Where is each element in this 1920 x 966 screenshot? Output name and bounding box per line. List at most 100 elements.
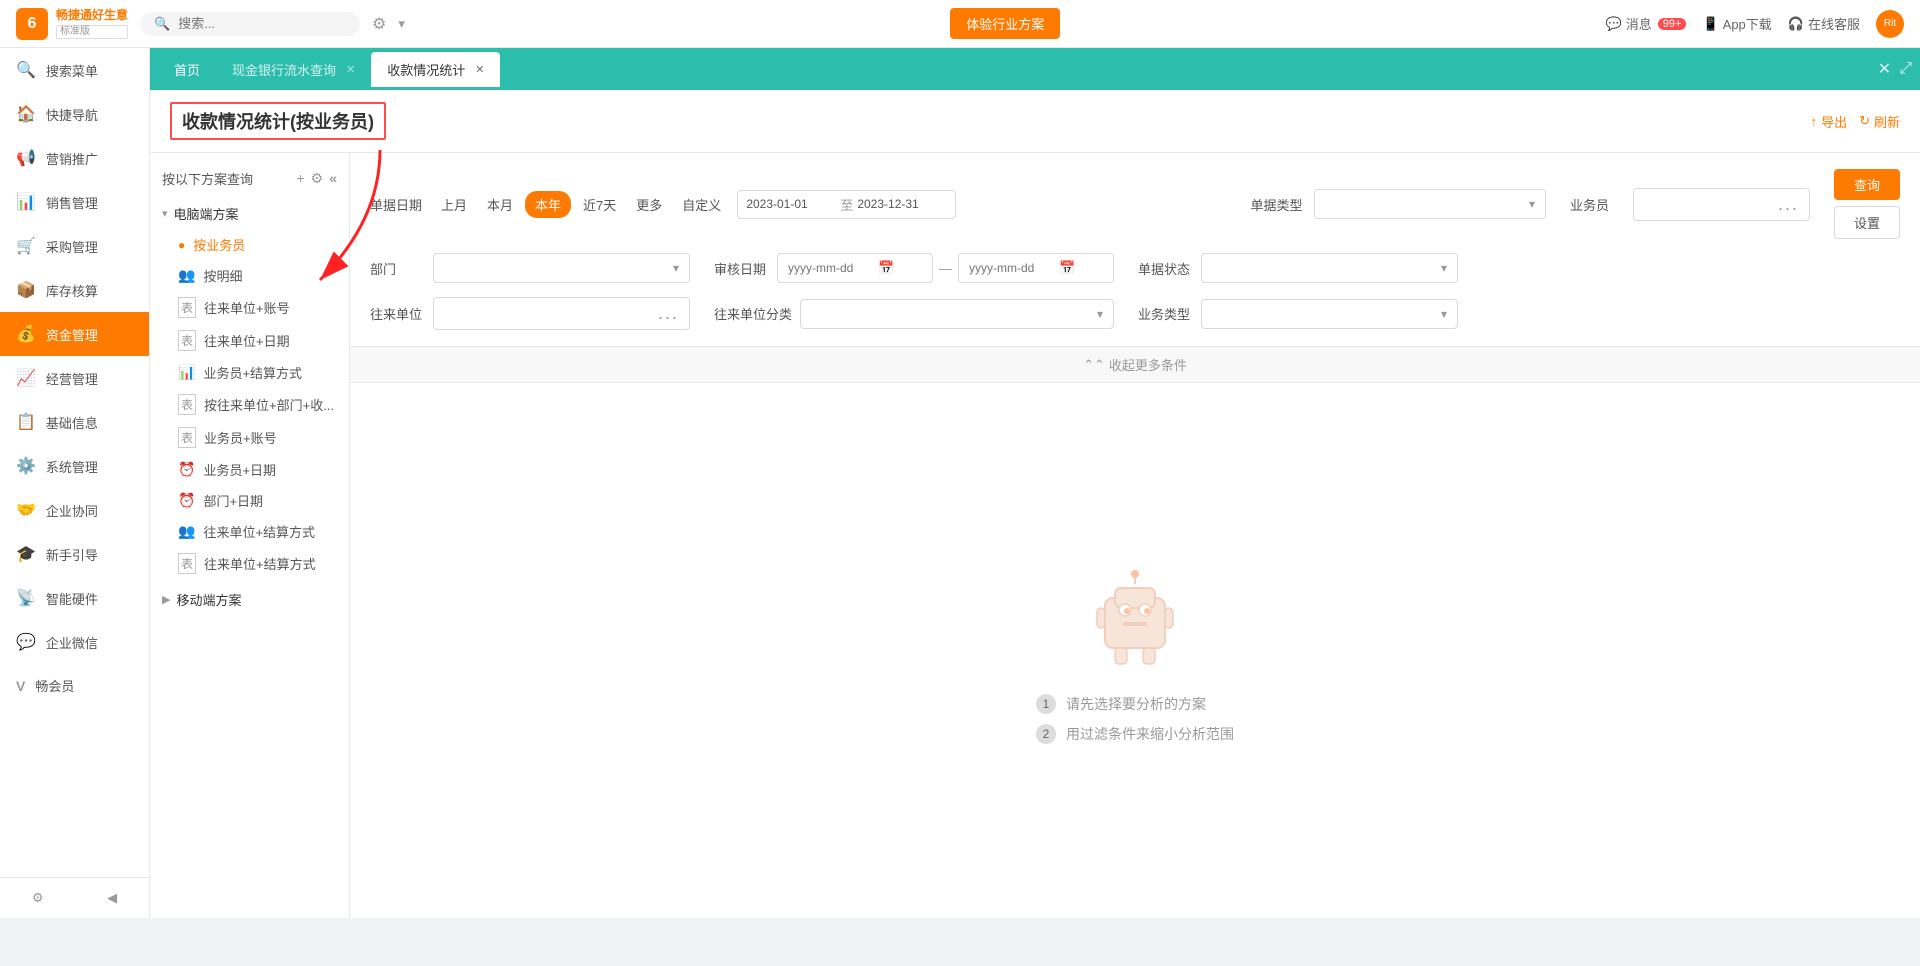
sidebar-item-inventory[interactable]: 📦 库存核算 xyxy=(0,268,149,312)
dept-control[interactable]: ▾ xyxy=(433,253,690,283)
sidebar-item-finance[interactable]: 💰 资金管理 xyxy=(0,312,149,356)
date-btn-this-month[interactable]: 本月 xyxy=(479,191,521,218)
scheme-item-by-unit-date[interactable]: 表 往来单位+日期 xyxy=(150,324,349,357)
date-from-input[interactable] xyxy=(746,197,836,211)
audit-date-to[interactable]: 📅 xyxy=(958,253,1114,283)
tab-collection[interactable]: 收款情况统计 ✕ xyxy=(371,52,500,87)
sidebar-item-guide[interactable]: 🎓 新手引导 xyxy=(0,532,149,576)
date-btn-last-month[interactable]: 上月 xyxy=(433,191,475,218)
sidebar-item-iot[interactable]: 📡 智能硬件 xyxy=(0,576,149,620)
tab-home[interactable]: 首页 xyxy=(158,52,216,87)
sidebar-item-sales[interactable]: 📊 销售管理 xyxy=(0,180,149,224)
top-search-input[interactable] xyxy=(178,16,338,31)
sidebar-item-basic[interactable]: 📋 基础信息 xyxy=(0,400,149,444)
scheme-collapse-btn[interactable]: « xyxy=(329,170,337,187)
query-btn-group: 查询 设置 xyxy=(1834,169,1900,239)
audit-date-to-input[interactable] xyxy=(969,261,1059,275)
date-btn-7days[interactable]: 近7天 xyxy=(575,191,624,218)
mobile-group-header[interactable]: ▶ 移动端方案 xyxy=(150,584,349,615)
refresh-label: 刷新 xyxy=(1874,112,1900,131)
sidebar-item-search[interactable]: 🔍 搜索菜单 xyxy=(0,48,149,92)
online-service-btn[interactable]: 🎧 在线客服 xyxy=(1788,14,1860,33)
sidebar-item-quick-nav[interactable]: 🏠 快捷导航 xyxy=(0,92,149,136)
scheme-item-label: 业务员+日期 xyxy=(203,460,276,479)
partner-dots-btn[interactable]: ... xyxy=(658,303,679,324)
sidebar-item-operation[interactable]: 📈 经营管理 xyxy=(0,356,149,400)
top-gear-icon[interactable]: ⚙ xyxy=(372,14,386,34)
sidebar-item-system[interactable]: ⚙️ 系统管理 xyxy=(0,444,149,488)
filter-item-date: 单据日期 上月 本月 本年 近7天 更多 自定义 至 xyxy=(370,190,956,219)
tab-maximize-btn[interactable]: ⤢ xyxy=(1899,59,1912,79)
refresh-btn[interactable]: ↻ 刷新 xyxy=(1859,112,1900,131)
user-avatar[interactable]: Rit xyxy=(1876,10,1904,38)
export-btn[interactable]: ↑ 导出 xyxy=(1811,112,1848,131)
sidebar-item-label: 系统管理 xyxy=(46,457,98,476)
sidebar-collapse-btn[interactable]: ◀‍ xyxy=(107,890,117,906)
tab-cash-flow-close[interactable]: ✕ xyxy=(346,63,355,76)
top-bar-left: 6 畅捷通好生意 标准版 🔍 ⚙ ▾ xyxy=(16,8,405,40)
tab-cash-flow[interactable]: 现金银行流水查询 ✕ xyxy=(216,52,371,87)
hint-num-1: 1 xyxy=(1036,694,1056,714)
dropdown-icon[interactable]: ▾ xyxy=(398,16,405,32)
scheme-item-by-dept-date[interactable]: ⏰ 部门+日期 xyxy=(150,485,349,516)
sidebar-item-member[interactable]: V 畅会员 xyxy=(0,664,149,707)
scheme-item-label: 按明细 xyxy=(203,266,242,285)
staff-control[interactable]: ... xyxy=(1633,188,1810,221)
date-label: 单据日期 xyxy=(370,195,425,214)
collapse-bar[interactable]: ⌃⌃ 收起更多条件 xyxy=(350,347,1920,383)
scheme-add-btn[interactable]: + xyxy=(296,170,304,187)
sidebar-item-wechat[interactable]: 💬 企业微信 xyxy=(0,620,149,664)
partner-control[interactable]: ... xyxy=(433,297,690,330)
sidebar-item-enterprise[interactable]: 🤝 企业协同 xyxy=(0,488,149,532)
biz-type-control[interactable]: ▾ xyxy=(1201,299,1458,329)
tab-collection-close[interactable]: ✕ xyxy=(475,63,484,76)
date-btn-this-year[interactable]: 本年 xyxy=(525,191,571,218)
user-initials: Rit xyxy=(1884,18,1896,29)
sidebar-item-label: 快捷导航 xyxy=(46,105,98,124)
sidebar-item-marketing[interactable]: 📢 营销推广 xyxy=(0,136,149,180)
dots-btn[interactable]: ... xyxy=(1778,194,1799,215)
calendar-icon-from[interactable]: 📅 xyxy=(878,260,894,276)
scheme-item-by-staff-date[interactable]: ⏰ 业务员+日期 xyxy=(150,454,349,485)
scheme-item-by-unit-settlement1[interactable]: 👥 往来单位+结算方式 xyxy=(150,516,349,547)
staff-icon: ● xyxy=(178,238,185,252)
top-search-bar[interactable]: 🔍 xyxy=(140,12,360,36)
search-icon: 🔍 xyxy=(154,16,170,32)
staff-account-icon: 表 xyxy=(178,427,196,448)
messages-badge: 99+ xyxy=(1658,18,1687,30)
sidebar-item-purchase[interactable]: 🛒 采购管理 xyxy=(0,224,149,268)
scheme-item-by-staff-account[interactable]: 表 业务员+账号 xyxy=(150,421,349,454)
scheme-item-by-detail[interactable]: 👥 按明细 xyxy=(150,260,349,291)
date-btn-custom[interactable]: 自定义 xyxy=(674,191,729,218)
scheme-item-by-staff-settlement[interactable]: 📊 业务员+结算方式 xyxy=(150,357,349,388)
scheme-settings-btn[interactable]: ⚙ xyxy=(311,170,324,187)
inventory-icon: 📦 xyxy=(16,280,36,300)
date-to-input[interactable] xyxy=(857,197,947,211)
scheme-item-by-unit-account[interactable]: 表 往来单位+账号 xyxy=(150,291,349,324)
partner-category-control[interactable]: ▾ xyxy=(800,299,1114,329)
scheme-item-by-unit-dept[interactable]: 表 按往来单位+部门+收... xyxy=(150,388,349,421)
tab-bar: 首页 现金银行流水查询 ✕ 收款情况统计 ✕ ✕ ⤢ xyxy=(150,48,1920,90)
right-panel: 单据日期 上月 本月 本年 近7天 更多 自定义 至 xyxy=(350,153,1920,918)
trial-btn[interactable]: 体验行业方案 xyxy=(950,8,1060,39)
filter-settings-btn[interactable]: 设置 xyxy=(1834,206,1900,239)
query-btn[interactable]: 查询 xyxy=(1834,169,1900,200)
scheme-item-by-staff[interactable]: ● 按业务员 xyxy=(150,229,349,260)
sidebar-settings-btn[interactable]: ⚙ xyxy=(32,890,44,906)
message-btn[interactable]: 💬 消息 99+ xyxy=(1606,14,1687,33)
audit-date-from-input[interactable] xyxy=(788,261,878,275)
desktop-group-arrow: ▾ xyxy=(162,207,168,220)
staff-date-icon: ⏰ xyxy=(178,461,195,478)
audit-date-from[interactable]: 📅 xyxy=(777,253,933,283)
doc-type-control[interactable]: ▾ xyxy=(1314,189,1546,219)
home-icon: 🏠 xyxy=(16,104,36,124)
sidebar-item-label: 销售管理 xyxy=(46,193,98,212)
sidebar-bottom: ⚙ ◀‍ xyxy=(0,877,149,918)
date-btn-more[interactable]: 更多 xyxy=(628,191,670,218)
doc-status-control[interactable]: ▾ xyxy=(1201,253,1458,283)
app-download-btn[interactable]: 📱 App下载 xyxy=(1702,14,1771,33)
calendar-icon-to[interactable]: 📅 xyxy=(1059,260,1075,276)
tab-close-all-btn[interactable]: ✕ xyxy=(1878,59,1891,79)
desktop-group-header[interactable]: ▾ 电脑端方案 xyxy=(150,198,349,229)
scheme-item-by-unit-settlement2[interactable]: 表 往来单位+结算方式 xyxy=(150,547,349,580)
